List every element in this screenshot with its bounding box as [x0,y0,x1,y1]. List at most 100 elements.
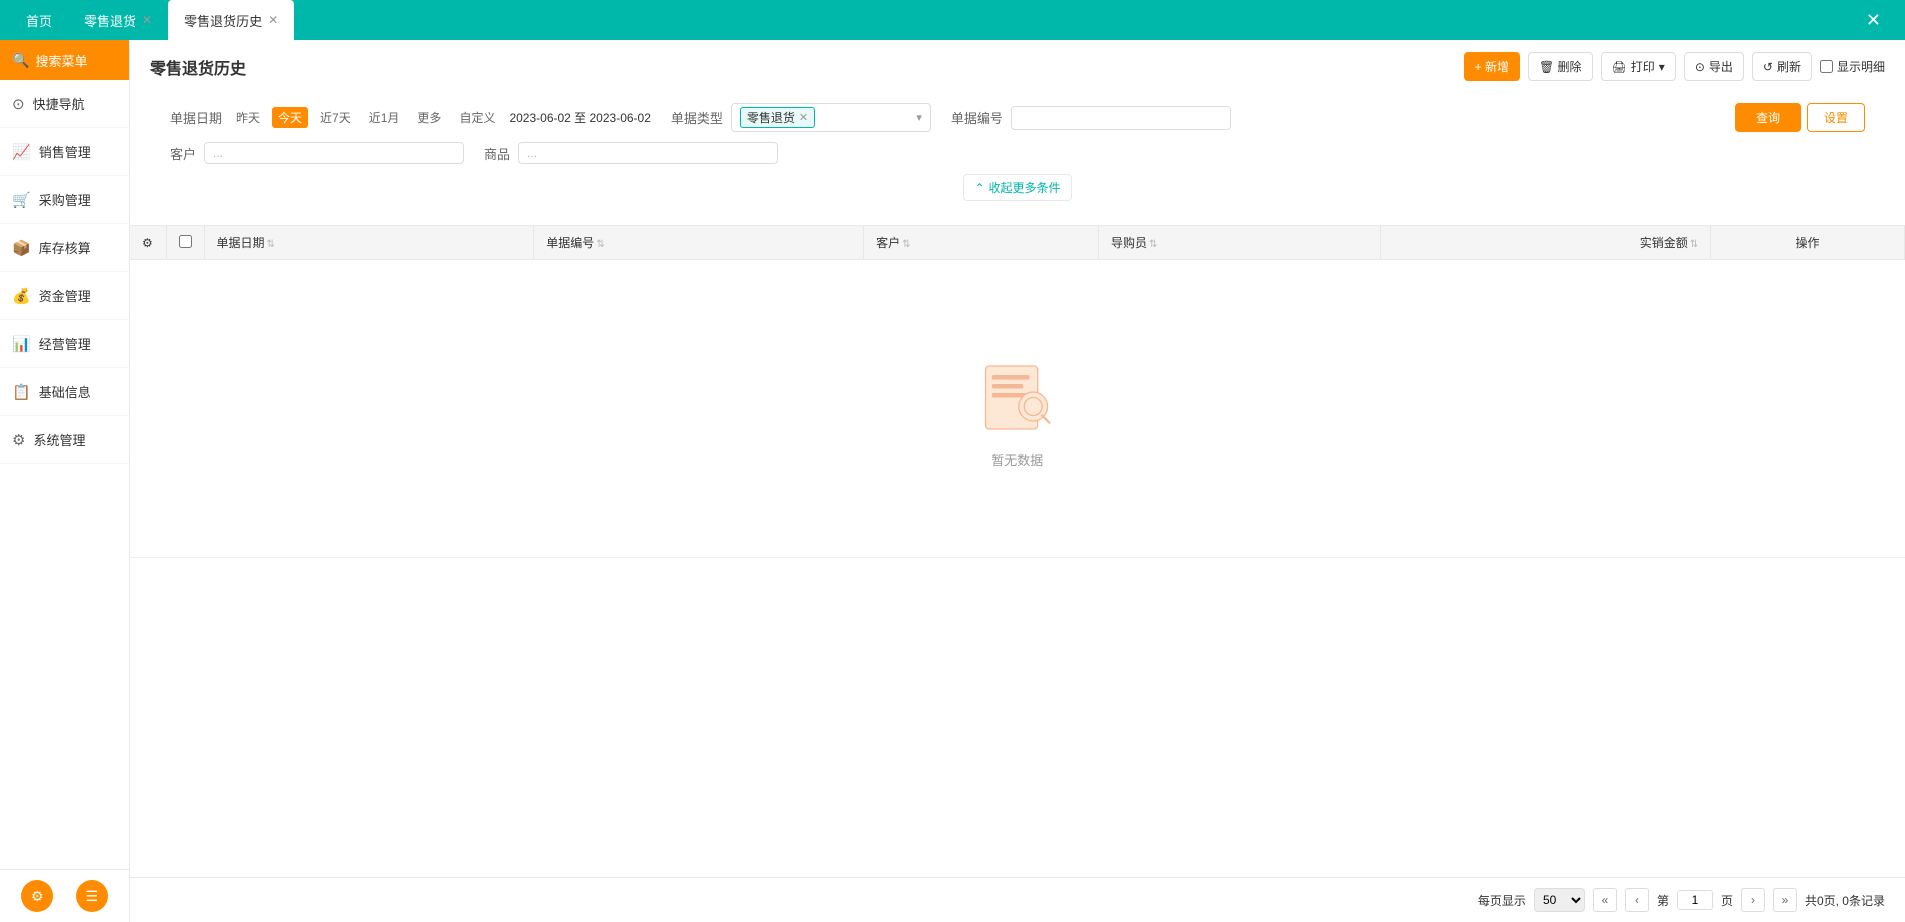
tab-retail-return-history-label: 零售退货历史 [184,11,262,30]
next-page-button[interactable]: › [1741,888,1765,912]
th-amount[interactable]: 实销金额⇅ [1381,226,1711,260]
date-opt-yesterday[interactable]: 昨天 [230,107,266,128]
filter-customer: 客户 ... [170,142,464,164]
purchase-icon: 🛒 [12,191,31,209]
doc-type-tag-close[interactable]: ✕ [799,111,808,124]
sidebar-item-management[interactable]: 📊 经营管理 [0,320,129,368]
filter-doc-no: 单据编号 [951,106,1231,130]
tab-retail-return-label: 零售退货 [84,11,136,30]
th-settings[interactable]: ⚙ [130,226,166,260]
tab-bar: 首页 零售退货 ✕ 零售退货历史 ✕ [10,0,1858,40]
filter-row-1: 单据日期 昨天 今天 近7天 近1月 更多 自定义 2023-06-02 至 2… [170,103,1865,132]
table-container: ⚙ 单据日期⇅ 单据编号⇅ 客 [130,226,1905,877]
doc-type-selector[interactable]: 零售退货 ✕ ▾ [731,103,931,132]
show-detail-checkbox-label[interactable]: 显示明细 [1820,58,1885,75]
date-opt-custom[interactable]: 自定义 [453,107,501,128]
doc-no-input[interactable] [1011,106,1231,130]
date-opt-7days[interactable]: 近7天 [314,107,357,128]
total-label: 共0页, 0条记录 [1805,892,1885,909]
tab-retail-return[interactable]: 零售退货 ✕ [68,0,168,40]
goods-selector[interactable]: ... [518,142,778,164]
sales-icon: 📈 [12,143,31,161]
filter-actions: 查询 设置 [1735,103,1865,132]
empty-state-icon [972,348,1062,438]
th-date[interactable]: 单据日期⇅ [204,226,534,260]
doc-type-dropdown-arrow: ▾ [916,111,922,124]
print-button[interactable]: 🖨 打印 ▾ [1601,52,1676,81]
tab-retail-return-history[interactable]: 零售退货历史 ✕ [168,0,294,40]
th-doc-no[interactable]: 单据编号⇅ [534,226,864,260]
sort-guide-icon: ⇅ [1149,239,1157,250]
sidebar-item-management-label: 经营管理 [39,334,91,353]
tab-retail-return-history-close[interactable]: ✕ [268,13,278,27]
gear-icon: ⚙ [31,888,44,905]
main-layout: 🔍 搜索菜单 ⊙ 快捷导航 📈 销售管理 🛒 采购管理 📦 库存核算 💰 [0,40,1905,922]
white-bg: 零售退货历史 + 新增 🗑 删除 🖨 打印 ▾ ⊙ 导出 [130,40,1905,922]
date-opt-today[interactable]: 今天 [272,107,308,128]
quick-nav-icon: ⊙ [12,95,25,113]
sidebar-item-sales-label: 销售管理 [39,142,91,161]
sort-docno-icon: ⇅ [596,239,604,250]
system-icon: ⚙ [12,431,25,449]
sidebar-item-purchase[interactable]: 🛒 采购管理 [0,176,129,224]
goods-placeholder: ... [527,146,537,160]
collapse-button[interactable]: ⌃ 收起更多条件 [963,174,1071,201]
page-input[interactable] [1677,890,1713,910]
th-guide[interactable]: 导购员⇅ [1098,226,1380,260]
date-opt-more[interactable]: 更多 [411,107,447,128]
sidebar-item-inventory-label: 库存核算 [39,238,91,257]
customer-selector[interactable]: ... [204,142,464,164]
collapse-row: ⌃ 收起更多条件 [170,174,1865,211]
sidebar-item-sales[interactable]: 📈 销售管理 [0,128,129,176]
top-bar: 首页 零售退货 ✕ 零售退货历史 ✕ ✕ [0,0,1905,40]
filter-date: 单据日期 昨天 今天 近7天 近1月 更多 自定义 2023-06-02 至 2… [170,107,651,128]
doc-no-label: 单据编号 [951,108,1003,127]
th-checkbox[interactable] [166,226,204,260]
filter-goods: 商品 ... [484,142,778,164]
sidebar-menu-button[interactable]: ☰ [76,880,108,912]
delete-button[interactable]: 🗑 删除 [1528,52,1593,81]
new-button[interactable]: + 新增 [1464,52,1520,81]
top-bar-right: ✕ [1858,10,1905,31]
menu-icon: ☰ [85,888,98,905]
goods-label: 商品 [484,144,510,163]
inventory-icon: 📦 [12,239,31,257]
doc-type-tag: 零售退货 ✕ [740,107,815,128]
sidebar-item-quick-nav-label: 快捷导航 [33,94,85,113]
sidebar-search[interactable]: 🔍 搜索菜单 [0,40,129,80]
empty-state: 暂无数据 [142,268,1893,549]
sidebar-item-basic-info[interactable]: 📋 基础信息 [0,368,129,416]
collapse-icon: ⌃ [974,181,984,195]
last-page-button[interactable]: » [1773,888,1797,912]
select-all-checkbox[interactable] [179,235,192,248]
tab-home-label: 首页 [26,11,52,30]
th-customer[interactable]: 客户⇅ [864,226,1099,260]
page-label-post: 页 [1721,892,1733,909]
window-close-button[interactable]: ✕ [1858,10,1889,31]
doc-type-label: 单据类型 [671,108,723,127]
sidebar-item-system-label: 系统管理 [33,430,85,449]
tab-home[interactable]: 首页 [10,0,68,40]
sidebar-item-system[interactable]: ⚙ 系统管理 [0,416,129,464]
prev-page-button[interactable]: ‹ [1625,888,1649,912]
sort-customer-icon: ⇅ [902,239,910,250]
export-button[interactable]: ⊙ 导出 [1684,52,1744,81]
page-size-select[interactable]: 10 20 50 100 [1534,888,1585,912]
tab-retail-return-close[interactable]: ✕ [142,13,152,27]
show-detail-checkbox[interactable] [1820,60,1833,73]
date-opt-1month[interactable]: 近1月 [363,107,406,128]
date-label: 单据日期 [170,108,222,127]
content-area: 零售退货历史 + 新增 🗑 删除 🖨 打印 ▾ ⊙ 导出 [130,40,1905,922]
sidebar-item-finance[interactable]: 💰 资金管理 [0,272,129,320]
first-page-button[interactable]: « [1593,888,1617,912]
query-button[interactable]: 查询 [1735,103,1801,132]
empty-state-cell: 暂无数据 [130,260,1905,558]
sidebar-item-inventory[interactable]: 📦 库存核算 [0,224,129,272]
sidebar-item-quick-nav[interactable]: ⊙ 快捷导航 [0,80,129,128]
sidebar-settings-button[interactable]: ⚙ [21,880,53,912]
settings-icon[interactable]: ⚙ [142,236,153,250]
pagination-bar: 每页显示 10 20 50 100 « ‹ 第 页 › » 共0页, 0条记录 [130,877,1905,922]
print-icon: 🖨 [1612,60,1627,74]
settings-button[interactable]: 设置 [1807,103,1865,132]
refresh-button[interactable]: ↺ 刷新 [1752,52,1812,81]
